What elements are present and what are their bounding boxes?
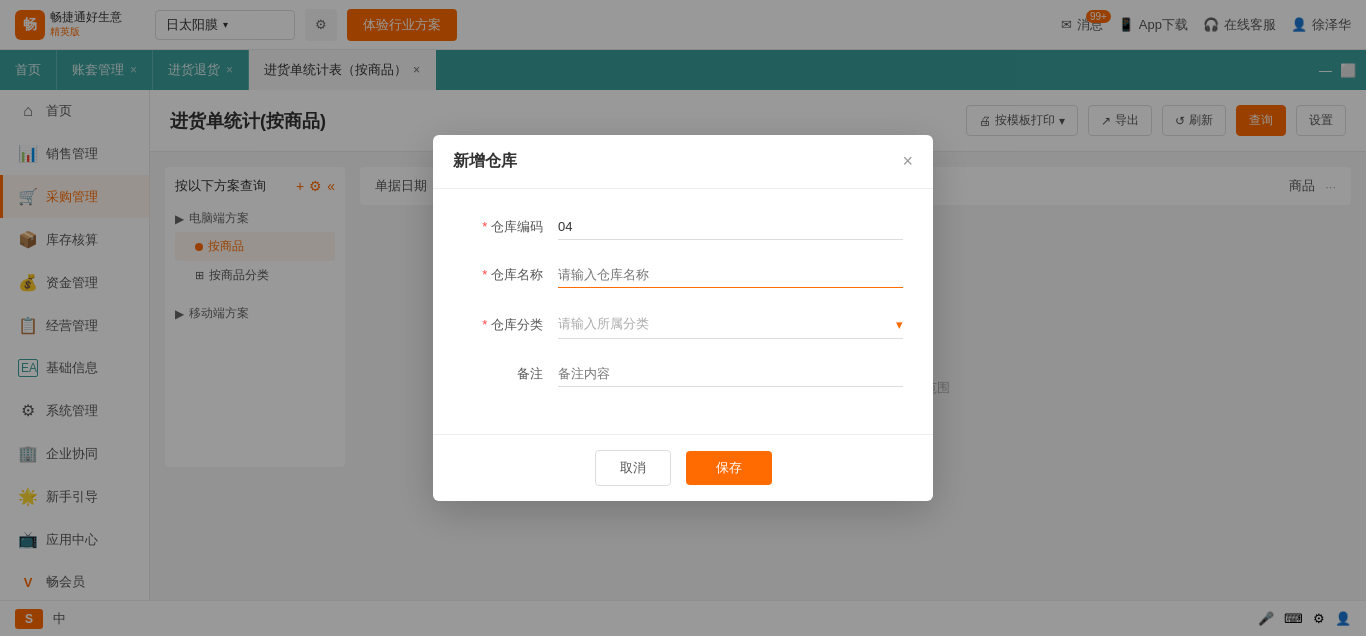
note-label: 备注 [463,365,543,383]
code-input[interactable] [558,214,903,240]
form-row-name: 仓库名称 [463,262,903,288]
modal-close-button[interactable]: × [902,151,913,172]
name-label: 仓库名称 [463,266,543,284]
modal-footer: 取消 保存 [433,434,933,501]
modal-header: 新增仓库 × [433,135,933,189]
form-row-note: 备注 [463,361,903,387]
cancel-button[interactable]: 取消 [595,450,671,486]
category-chevron-icon: ▾ [896,317,903,332]
save-button[interactable]: 保存 [686,451,772,485]
code-label: 仓库编码 [463,218,543,236]
name-input[interactable] [558,262,903,288]
form-row-category: 仓库分类 请输入所属分类 ▾ [463,310,903,339]
add-warehouse-modal: 新增仓库 × 仓库编码 仓库名称 仓库分类 请输入所属分类 ▾ [433,135,933,501]
modal-title: 新增仓库 [453,151,517,172]
category-select[interactable]: 请输入所属分类 ▾ [558,310,903,339]
category-label: 仓库分类 [463,316,543,334]
form-row-code: 仓库编码 [463,214,903,240]
modal-overlay[interactable]: 新增仓库 × 仓库编码 仓库名称 仓库分类 请输入所属分类 ▾ [0,0,1366,636]
note-input[interactable] [558,361,903,387]
modal-body: 仓库编码 仓库名称 仓库分类 请输入所属分类 ▾ 备注 [433,189,933,434]
category-placeholder: 请输入所属分类 [558,315,649,333]
